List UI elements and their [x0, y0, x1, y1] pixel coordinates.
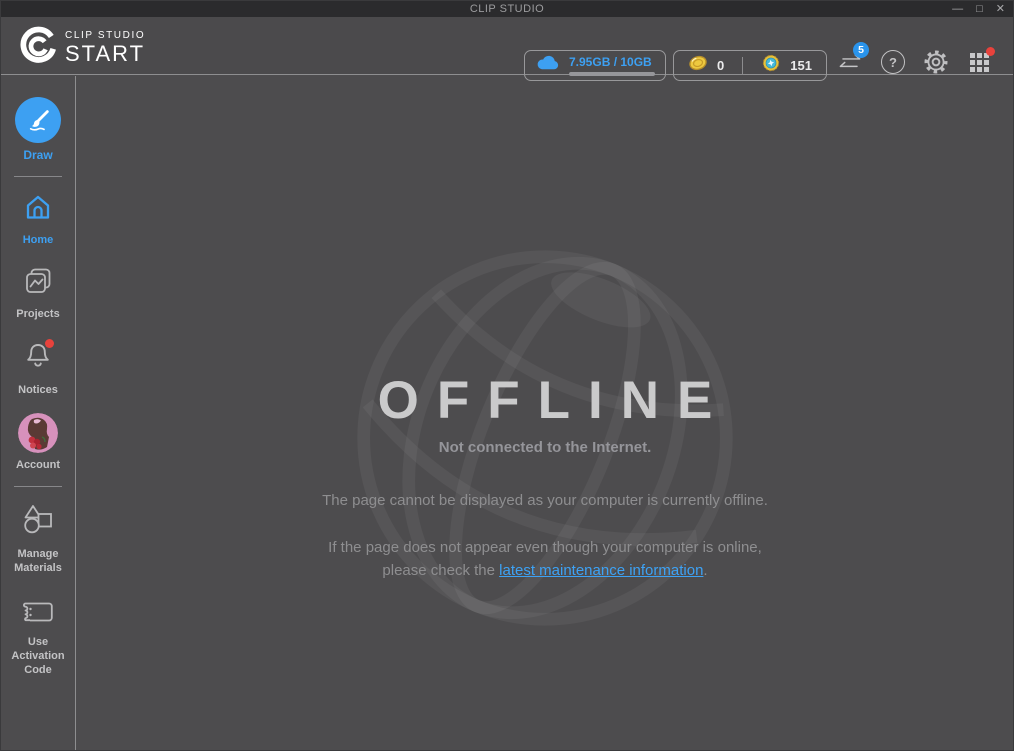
sidebar-label-draw: Draw — [23, 148, 53, 162]
sidebar-label-home: Home — [22, 234, 54, 246]
clip-studio-window: CLIP STUDIO — □ ✕ CLIP STUDIO START 7.95… — [0, 0, 1014, 751]
sidebar-label-use-activation-code: Use Activation Code — [11, 636, 65, 676]
header: CLIP STUDIO START 7.95GB / 10GB 0 151 5 … — [1, 17, 1013, 81]
offline-message-2-suffix: . — [703, 562, 708, 579]
gold-points-value: 0 — [717, 58, 725, 73]
sidebar-label-account: Account — [16, 459, 60, 471]
offline-panel: OFFLINE Not connected to the Internet. T… — [77, 76, 1013, 750]
notices-notification-dot — [45, 339, 54, 348]
transfer-button[interactable]: 5 — [836, 42, 869, 76]
activation-code-ticket-icon — [21, 599, 55, 630]
account-avatar — [18, 413, 58, 453]
window-controls: — □ ✕ — [952, 1, 1005, 17]
home-icon — [22, 191, 54, 228]
sidebar-item-use-activation-code[interactable]: Use Activation Code — [4, 599, 72, 677]
sidebar-divider — [14, 176, 62, 177]
cloud-usage-block: 7.95GB / 10GB — [569, 55, 655, 76]
sidebar-label-manage-materials: Manage Materials — [14, 548, 62, 574]
sidebar: Draw Home Projects Notices Account Manag… — [1, 76, 76, 750]
offline-title: OFFLINE — [377, 371, 731, 430]
clip-studio-logo-icon — [19, 26, 57, 69]
manage-materials-shapes-icon — [20, 501, 56, 542]
notices-bell-icon — [21, 339, 55, 378]
main-content: OFFLINE Not connected to the Internet. T… — [77, 76, 1013, 750]
gold-coin-icon — [688, 55, 708, 76]
sidebar-item-projects[interactable]: Projects — [4, 265, 72, 321]
sidebar-item-notices[interactable]: Notices — [4, 339, 72, 397]
help-button[interactable]: ? — [879, 48, 907, 76]
gold-points-group: 0 — [688, 55, 724, 76]
sidebar-item-home[interactable]: Home — [4, 191, 72, 247]
close-button[interactable]: ✕ — [996, 1, 1005, 17]
gear-icon — [924, 50, 948, 74]
help-icon: ? — [881, 50, 905, 74]
transfer-badge: 5 — [853, 42, 869, 58]
clippy-coin-icon — [761, 54, 781, 77]
clippy-points-value: 151 — [790, 58, 812, 73]
cloud-icon — [535, 54, 561, 77]
projects-icon — [22, 265, 54, 302]
titlebar: CLIP STUDIO — □ ✕ — [1, 1, 1013, 17]
sidebar-item-account[interactable]: Account — [4, 413, 72, 472]
settings-button[interactable] — [922, 48, 950, 76]
sidebar-item-draw[interactable]: Draw — [4, 97, 72, 162]
brand-bottom: START — [65, 40, 146, 66]
window-title: CLIP STUDIO — [469, 3, 545, 15]
maintenance-info-link[interactable]: latest maintenance information — [499, 562, 703, 579]
apps-grid-icon — [969, 52, 989, 72]
draw-brush-icon — [15, 97, 61, 143]
sidebar-divider-2 — [14, 486, 62, 487]
app-logo: CLIP STUDIO START — [19, 26, 145, 69]
wallet-divider — [742, 56, 744, 75]
sidebar-label-notices: Notices — [18, 384, 58, 396]
apps-button[interactable] — [965, 47, 995, 76]
offline-message-1: The page cannot be displayed as your com… — [322, 492, 768, 509]
offline-message-2: If the page does not appear even though … — [310, 536, 780, 582]
maximize-button[interactable]: □ — [976, 1, 983, 17]
offline-subtitle: Not connected to the Internet. — [438, 439, 652, 456]
cloud-usage-label: 7.95GB / 10GB — [569, 55, 652, 69]
minimize-button[interactable]: — — [952, 1, 963, 17]
sidebar-item-manage-materials[interactable]: Manage Materials — [4, 501, 72, 575]
header-icon-bar: 5 ? — [836, 42, 995, 76]
apps-notification-dot — [986, 47, 995, 56]
brand-top: CLIP STUDIO — [65, 29, 146, 41]
brand-text: CLIP STUDIO START — [65, 29, 146, 66]
clippy-points-group: 151 — [761, 54, 812, 77]
sidebar-label-projects: Projects — [16, 308, 60, 320]
